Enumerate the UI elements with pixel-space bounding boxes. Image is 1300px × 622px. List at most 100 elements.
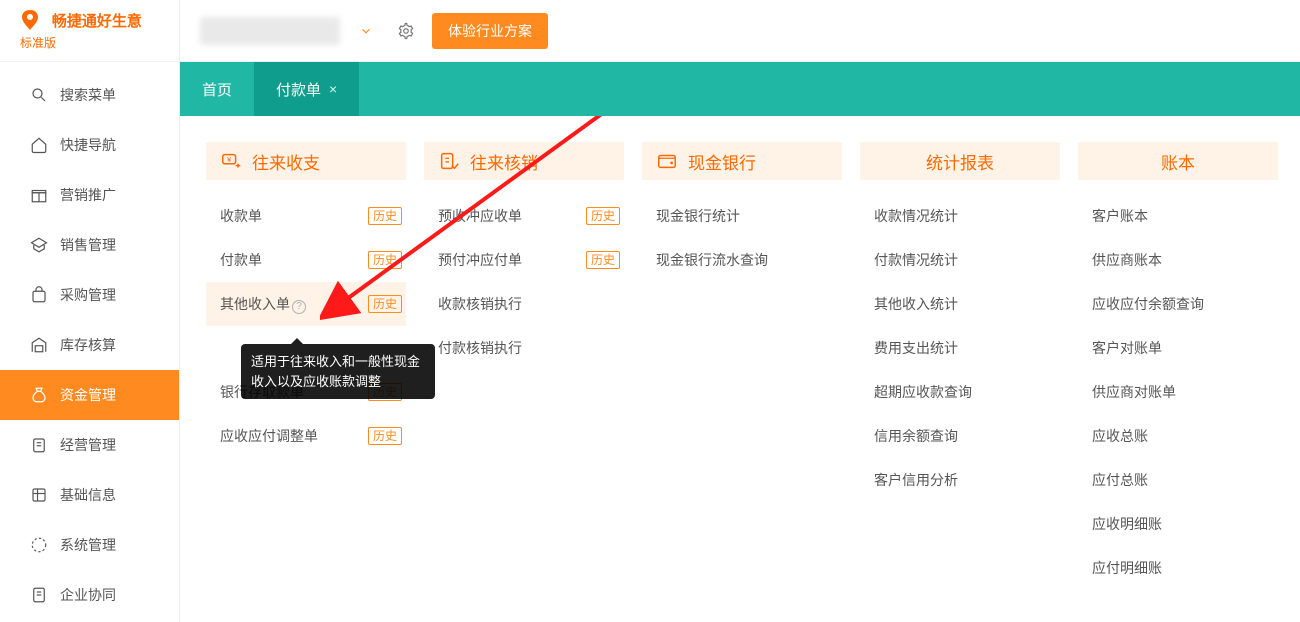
menu-item-expense-stats[interactable]: 费用支出统计 [860,326,1060,370]
category-title: 账本 [1161,149,1195,174]
sidebar-item-label: 经营管理 [60,435,116,455]
sidebar-item-search-menu[interactable]: 搜索菜单 [0,70,179,120]
category-col-transactions: ¥ 往来收支 收款单 历史 付款单 历史 其他收入单? 历史 [206,142,406,458]
sidebar-item-label: 库存核算 [60,335,116,355]
brand-title: 畅捷通好生意 [52,13,142,30]
menu-item-ap-general-ledger[interactable]: 应付总账 [1078,458,1278,502]
category-col-ledgers: 账本 客户账本 供应商账本 应收应付余额查询 客户对账单 供应商对账单 应收总账… [1078,142,1278,590]
menu-item-payment[interactable]: 付款单 历史 [206,238,406,282]
category-title: 往来收支 [252,149,320,174]
menu-item-receipt-writeoff[interactable]: 收款核销执行 [424,282,624,326]
menu-item-label: 供应商对账单 [1092,382,1176,402]
menu-item-cashbank-flow[interactable]: 现金银行流水查询 [642,238,842,282]
menu-item-credit-balance[interactable]: 信用余额查询 [860,414,1060,458]
writeoff-icon [438,150,460,172]
history-badge[interactable]: 历史 [368,251,402,269]
category-col-cashbank: 现金银行 现金银行统计 现金银行流水查询 [642,142,842,282]
menu-item-supplier-ledger[interactable]: 供应商账本 [1078,238,1278,282]
sidebar-item-collab[interactable]: 企业协同 [0,570,179,620]
menu-item-label: 应收明细账 [1092,514,1162,534]
money-bag-icon [30,386,48,404]
sidebar-item-purchase[interactable]: 采购管理 [0,270,179,320]
menu-item-other-income[interactable]: 其他收入单? 历史 [206,282,406,326]
wallet-icon [656,150,678,172]
experience-industry-button[interactable]: 体验行业方案 [432,13,548,49]
menu-item-ar-general-ledger[interactable]: 应收总账 [1078,414,1278,458]
sidebar-item-label: 营销推广 [60,185,116,205]
sidebar-item-marketing[interactable]: 营销推广 [0,170,179,220]
menu-item-customer-credit[interactable]: 客户信用分析 [860,458,1060,502]
category-title: 统计报表 [926,149,994,174]
menu-item-label: 应收应付余额查询 [1092,294,1204,314]
menu-item-ar-ap-balance[interactable]: 应收应付余额查询 [1078,282,1278,326]
menu-item-ar-ap-adjust[interactable]: 应收应付调整单 历史 [206,414,406,458]
brand-logo-icon [18,8,42,32]
org-dropdown-button[interactable] [352,17,380,45]
menu-item-customer-statement[interactable]: 客户对账单 [1078,326,1278,370]
history-badge[interactable]: 历史 [586,207,620,225]
history-badge[interactable]: 历史 [368,295,402,313]
sidebar-item-system[interactable]: 系统管理 [0,520,179,570]
cash-flow-icon: ¥ [220,150,242,172]
menu-item-supplier-statement[interactable]: 供应商对账单 [1078,370,1278,414]
menu-item-label: 其他收入单? [220,294,306,314]
close-icon[interactable]: × [329,81,337,97]
menu-item-label: 信用余额查询 [874,426,958,446]
item-list-writeoff: 预收冲应收单 历史 预付冲应付单 历史 收款核销执行 付款核销执行 [424,194,624,370]
menu-item-customer-ledger[interactable]: 客户账本 [1078,194,1278,238]
menu-item-label: 应付总账 [1092,470,1148,490]
chevron-down-icon [359,24,373,38]
menu-item-prepay-ar[interactable]: 预收冲应收单 历史 [424,194,624,238]
menu-item-label: 收款单 [220,206,262,226]
sidebar-item-basic-info[interactable]: 基础信息 [0,470,179,520]
menu-item-receipt-stats[interactable]: 收款情况统计 [860,194,1060,238]
sales-icon [30,236,48,254]
sidebar-item-operation[interactable]: 经营管理 [0,420,179,470]
tab-home[interactable]: 首页 [180,62,254,116]
menu-item-receipt[interactable]: 收款单 历史 [206,194,406,238]
bag-icon [30,286,48,304]
menu-item-overdue-ar[interactable]: 超期应收款查询 [860,370,1060,414]
sidebar-item-label: 搜索菜单 [60,85,116,105]
brand-subtitle: 标准版 [20,34,167,51]
category-header-writeoff: 往来核销 [424,142,624,180]
category-col-reports: 统计报表 收款情况统计 付款情况统计 其他收入统计 费用支出统计 超期应收款查询… [860,142,1060,502]
sidebar-item-quick-nav[interactable]: 快捷导航 [0,120,179,170]
category-columns: ¥ 往来收支 收款单 历史 付款单 历史 其他收入单? 历史 [206,142,1282,590]
menu-item-label: 费用支出统计 [874,338,958,358]
menu-item-label: 付款核销执行 [438,338,522,358]
menu-item-label: 现金银行流水查询 [656,250,768,270]
sidebar-item-label: 快捷导航 [60,135,116,155]
menu-item-cashbank-stats[interactable]: 现金银行统计 [642,194,842,238]
menu-item-payment-stats[interactable]: 付款情况统计 [860,238,1060,282]
menu-item-payment-writeoff[interactable]: 付款核销执行 [424,326,624,370]
sidebar-item-inventory[interactable]: 库存核算 [0,320,179,370]
main-content: ¥ 往来收支 收款单 历史 付款单 历史 其他收入单? 历史 [180,116,1300,622]
history-badge[interactable]: 历史 [368,427,402,445]
sidebar-item-label: 基础信息 [60,485,116,505]
menu-item-label: 客户账本 [1092,206,1148,226]
menu-item-prepay-ap[interactable]: 预付冲应付单 历史 [424,238,624,282]
history-badge[interactable]: 历史 [368,207,402,225]
menu-item-label: 应收应付调整单 [220,426,318,446]
settings-dashed-icon [30,536,48,554]
menu-item-ap-detail-ledger[interactable]: 应付明细账 [1078,546,1278,590]
sidebar-item-label: 企业协同 [60,585,116,605]
home-icon [30,136,48,154]
sidebar-item-label: 销售管理 [60,235,116,255]
tab-label: 首页 [202,79,232,100]
sidebar-item-funds[interactable]: 资金管理 [0,370,179,420]
gift-icon [30,186,48,204]
history-badge[interactable]: 历史 [586,251,620,269]
search-icon [30,86,48,104]
menu-item-other-income-stats[interactable]: 其他收入统计 [860,282,1060,326]
menu-item-label: 预付冲应付单 [438,250,522,270]
menu-item-ar-detail-ledger[interactable]: 应收明细账 [1078,502,1278,546]
sidebar-item-sales[interactable]: 销售管理 [0,220,179,270]
document-icon [30,586,48,604]
category-header-ledgers: 账本 [1078,142,1278,180]
tab-payment-order[interactable]: 付款单 × [254,62,359,116]
help-icon[interactable]: ? [292,300,306,314]
settings-button[interactable] [392,17,420,45]
warehouse-icon [30,336,48,354]
